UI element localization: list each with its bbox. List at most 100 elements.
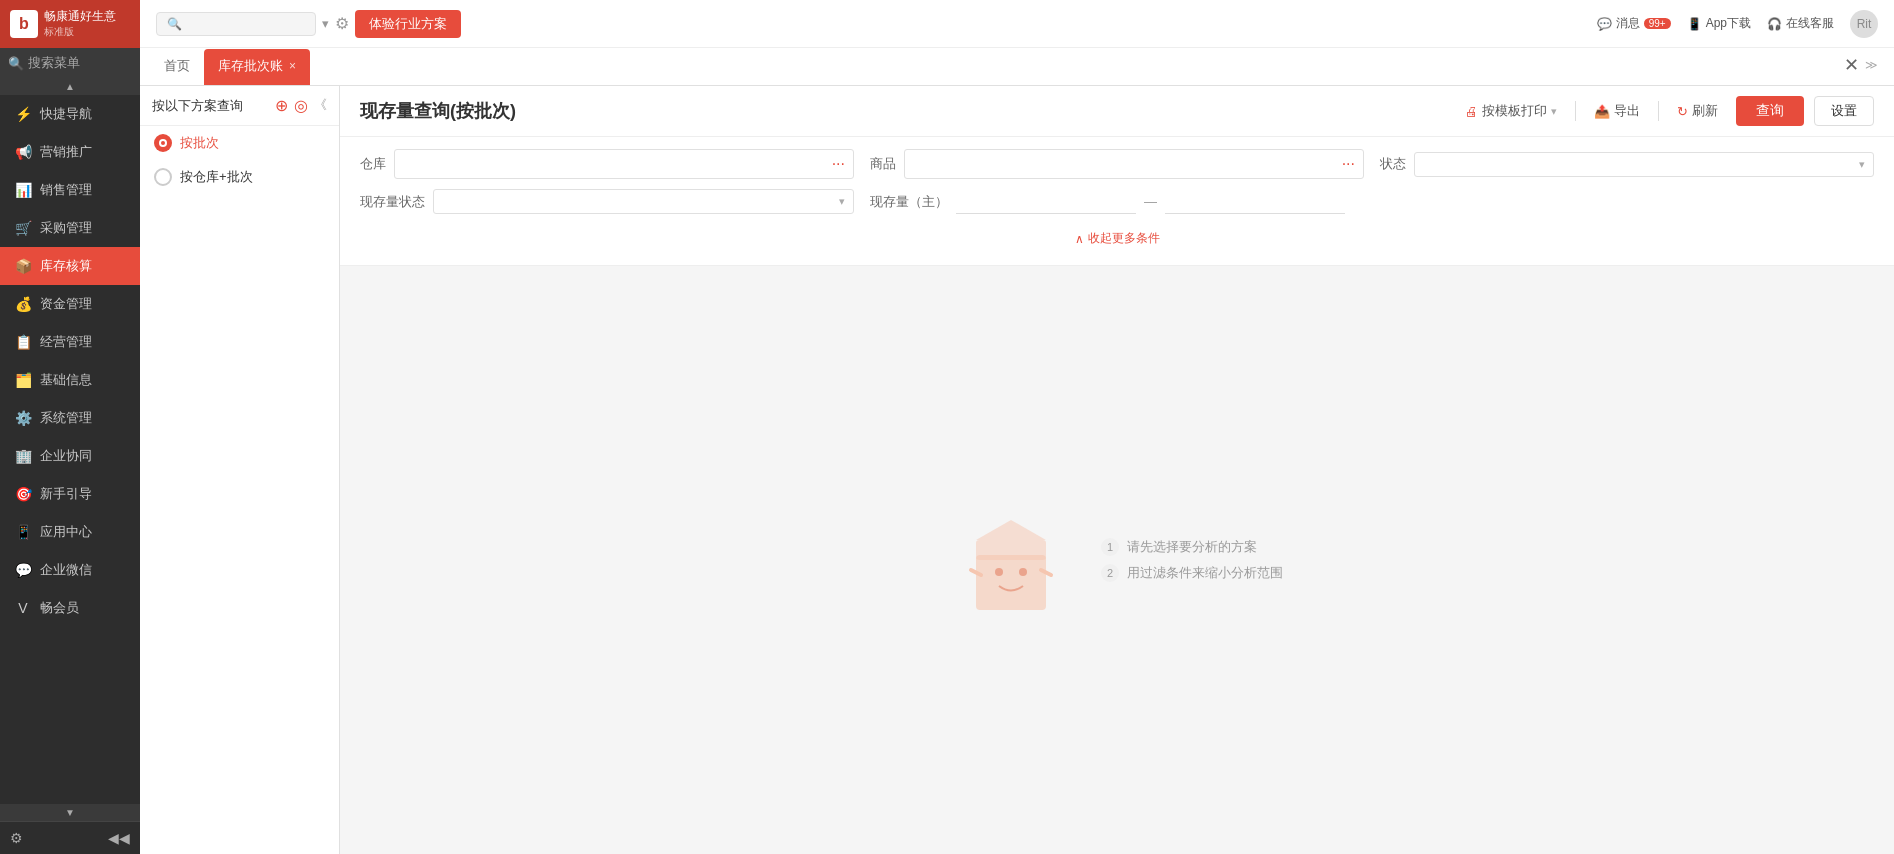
operations-icon: 📋	[14, 333, 32, 351]
message-btn[interactable]: 💬 消息 99+	[1597, 15, 1671, 32]
sidebar-item-enterprise-wx[interactable]: 💬 企业微信	[0, 551, 140, 589]
sales-icon: 📊	[14, 181, 32, 199]
sidebar-item-newcomer[interactable]: 🎯 新手引导	[0, 475, 140, 513]
collapse-panel-icon[interactable]: 《	[314, 96, 327, 115]
user-avatar-btn[interactable]: Rit	[1850, 10, 1878, 38]
panel-expand-icon[interactable]: ≫	[1865, 58, 1878, 72]
product-dots-btn[interactable]: ···	[1342, 155, 1355, 173]
sidebar-item-label: 销售管理	[40, 181, 92, 199]
sidebar-item-system[interactable]: ⚙️ 系统管理	[0, 399, 140, 437]
scheme-by-warehouse-batch-label: 按仓库+批次	[180, 168, 253, 186]
edition-label: 标准版	[44, 25, 116, 39]
sidebar-item-finance[interactable]: 💰 资金管理	[0, 285, 140, 323]
tab-close-btn[interactable]: ×	[289, 59, 296, 73]
topbar-search-bar[interactable]: 🔍	[156, 12, 316, 36]
search-icon: 🔍	[8, 56, 24, 71]
enterprise-wx-icon: 💬	[14, 561, 32, 579]
settings-footer-icon[interactable]: ⚙	[10, 830, 23, 846]
scheme-settings-icon[interactable]: ◎	[294, 96, 308, 115]
main-area: 🔍 ▾ ⚙ 体验行业方案 💬 消息 99+ 📱 App下载 🎧 在线客服	[140, 0, 1894, 854]
left-panel-actions: ⊕ ◎ 《	[275, 96, 327, 115]
app-download-btn[interactable]: 📱 App下载	[1687, 15, 1751, 32]
status-dropdown-box[interactable]: ▾	[1414, 152, 1874, 177]
warehouse-input-box[interactable]: ···	[394, 149, 854, 179]
tab-home-label: 首页	[164, 57, 190, 75]
tip-num-2: 2	[1101, 564, 1119, 582]
filter-warehouse: 仓库 ···	[360, 149, 854, 179]
active-dot-svg	[158, 138, 168, 148]
topbar-dropdown-icon[interactable]: ▾	[322, 16, 329, 31]
right-panel: 现存量查询(按批次) 🖨 按模板打印 ▾ 📤 导出 ↻	[340, 86, 1894, 854]
warehouse-dots-btn[interactable]: ···	[832, 155, 845, 173]
stock-status-label: 现存量状态	[360, 193, 425, 211]
left-panel-header: 按以下方案查询 ⊕ ◎ 《	[140, 86, 339, 126]
trial-btn[interactable]: 体验行业方案	[355, 10, 461, 38]
filter-row-1: 仓库 ··· 商品 ··· 状态	[360, 149, 1874, 179]
topbar-settings-icon[interactable]: ⚙	[335, 14, 349, 33]
svg-point-1	[161, 141, 165, 145]
sidebar-item-inventory[interactable]: 📦 库存核算	[0, 247, 140, 285]
filter-area: 仓库 ··· 商品 ··· 状态	[340, 137, 1894, 266]
product-input-box[interactable]: ···	[904, 149, 1364, 179]
active-scheme-icon	[154, 134, 172, 152]
scroll-down-btn[interactable]: ▼	[0, 804, 140, 821]
query-btn[interactable]: 查询	[1736, 96, 1804, 126]
sidebar-item-vip[interactable]: V 畅会员	[0, 589, 140, 627]
sidebar-item-operations[interactable]: 📋 经营管理	[0, 323, 140, 361]
topbar-search-icon: 🔍	[167, 17, 182, 31]
stock-qty-dash: —	[1144, 194, 1157, 209]
finance-icon: 💰	[14, 295, 32, 313]
left-panel-item-by-warehouse-batch[interactable]: 按仓库+批次	[140, 160, 339, 194]
scroll-up-btn[interactable]: ▲	[0, 78, 140, 95]
message-badge: 99+	[1644, 18, 1671, 29]
empty-tip-2: 2 用过滤条件来缩小分析范围	[1101, 564, 1283, 582]
panel-close-btn[interactable]: ✕	[1844, 54, 1859, 76]
empty-tip-1: 1 请先选择要分析的方案	[1101, 538, 1283, 556]
stock-status-dropdown-box[interactable]: ▾	[433, 189, 854, 214]
newcomer-icon: 🎯	[14, 485, 32, 503]
stock-qty-to-input[interactable]	[1165, 190, 1345, 214]
sidebar-item-sales[interactable]: 📊 销售管理	[0, 171, 140, 209]
sidebar-item-label: 应用中心	[40, 523, 92, 541]
settings-btn[interactable]: 设置	[1814, 96, 1874, 126]
left-panel-header-label: 按以下方案查询	[152, 97, 243, 115]
online-service-btn[interactable]: 🎧 在线客服	[1767, 15, 1834, 32]
enterprise-icon: 🏢	[14, 447, 32, 465]
sidebar-item-label: 企业微信	[40, 561, 92, 579]
search-label: 搜索菜单	[28, 54, 80, 72]
stock-qty-from-input[interactable]	[956, 190, 1136, 214]
print-btn[interactable]: 🖨 按模板打印 ▾	[1457, 98, 1565, 124]
basics-icon: 🗂️	[14, 371, 32, 389]
export-btn[interactable]: 📤 导出	[1586, 98, 1648, 124]
filter-row-2: 现存量状态 ▾ 现存量（主） —	[360, 189, 1874, 214]
sidebar-item-purchase[interactable]: 🛒 采购管理	[0, 209, 140, 247]
svg-rect-3	[976, 540, 1046, 560]
print-dropdown-icon[interactable]: ▾	[1551, 105, 1557, 118]
sidebar-search[interactable]: 🔍 搜索菜单	[0, 48, 140, 78]
stock-status-dropdown-icon[interactable]: ▾	[839, 195, 845, 208]
svg-rect-2	[976, 555, 1046, 610]
refresh-btn[interactable]: ↻ 刷新	[1669, 98, 1726, 124]
filter-product: 商品 ···	[870, 149, 1364, 179]
sidebar-item-quick-nav[interactable]: ⚡ 快捷导航	[0, 95, 140, 133]
collapse-more-btn[interactable]: ∧ 收起更多条件	[360, 224, 1874, 253]
svg-point-5	[995, 568, 1003, 576]
sidebar-item-app-center[interactable]: 📱 应用中心	[0, 513, 140, 551]
tab-home[interactable]: 首页	[150, 49, 204, 85]
inactive-scheme-icon	[154, 168, 172, 186]
sidebar-item-enterprise[interactable]: 🏢 企业协同	[0, 437, 140, 475]
export-icon: 📤	[1594, 104, 1610, 119]
tab-active-label: 库存批次账	[218, 57, 283, 75]
app-center-icon: 📱	[14, 523, 32, 541]
sidebar: b 畅康通好生意 标准版 🔍 搜索菜单 ▲ ⚡ 快捷导航 📢 营销推广 📊 销售…	[0, 0, 140, 854]
brand-name: 畅康通好生意	[44, 9, 116, 25]
sidebar-item-label: 资金管理	[40, 295, 92, 313]
status-dropdown-icon[interactable]: ▾	[1859, 158, 1865, 171]
add-scheme-icon[interactable]: ⊕	[275, 96, 288, 115]
left-panel-item-by-batch[interactable]: 按批次	[140, 126, 339, 160]
collapse-sidebar-icon[interactable]: ◀◀	[108, 830, 130, 846]
sidebar-footer: ⚙ ◀◀	[0, 821, 140, 854]
sidebar-item-basics[interactable]: 🗂️ 基础信息	[0, 361, 140, 399]
tab-inventory-batch[interactable]: 库存批次账 ×	[204, 49, 310, 85]
sidebar-item-marketing[interactable]: 📢 营销推广	[0, 133, 140, 171]
